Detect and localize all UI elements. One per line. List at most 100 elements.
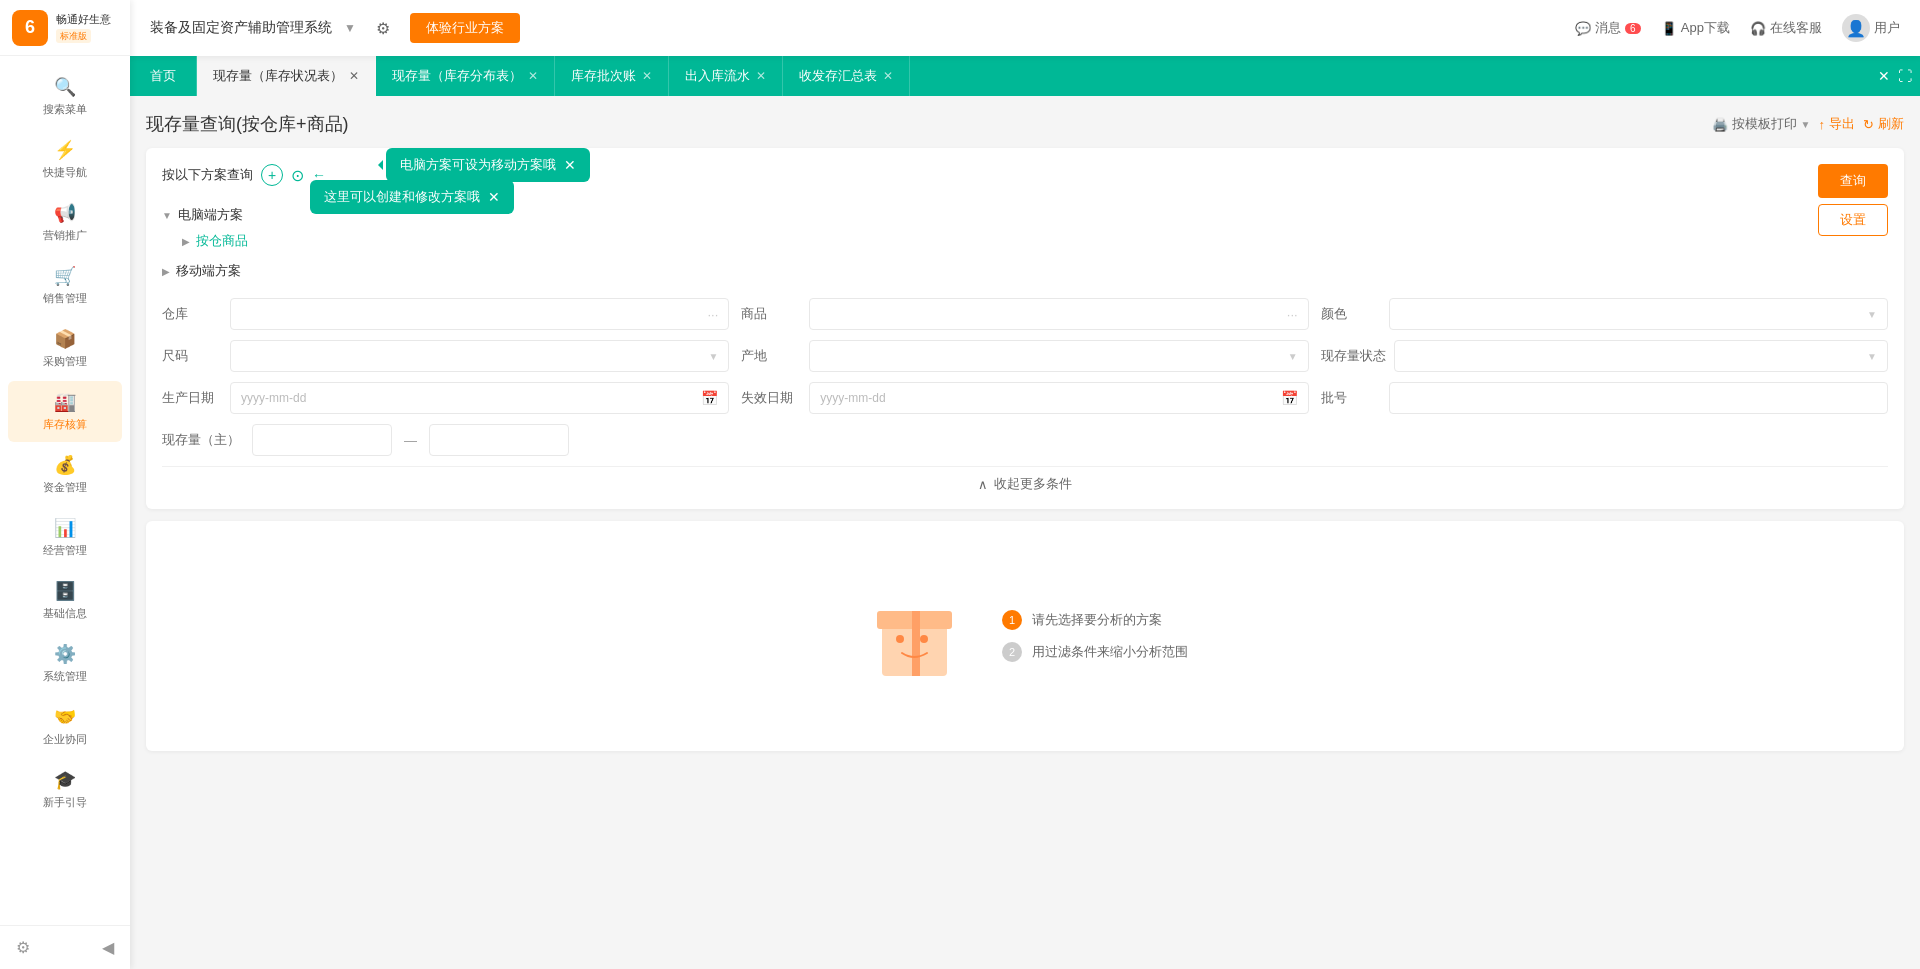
tab-maximize-icon[interactable]: ⛶ (1898, 68, 1912, 84)
product-select[interactable]: ··· (809, 298, 1308, 330)
user-action[interactable]: 👤 用户 (1842, 14, 1900, 42)
collapse-button[interactable]: ∧ 收起更多条件 (162, 466, 1888, 493)
quick-icon: ⚡ (54, 139, 76, 161)
svg-point-4 (920, 635, 928, 643)
tab-inventory-distribution[interactable]: 现存量（库存分布表） ✕ (376, 56, 555, 96)
sidebar-item-enterprise[interactable]: 🤝 企业协同 (8, 696, 122, 757)
inventory-status-label: 现存量状态 (1321, 347, 1386, 365)
desktop-scheme-sub: ▶ 按仓商品 (162, 228, 1888, 254)
qty-max-input[interactable] (429, 424, 569, 456)
tab-close-3[interactable]: ✕ (642, 69, 652, 83)
empty-svg (862, 581, 972, 691)
trial-button[interactable]: 体验行业方案 (410, 13, 520, 43)
color-field: 颜色 ▼ (1321, 298, 1888, 330)
filter-card: 电脑方案可设为移动方案哦 ✕ 按以下方案查询 + ⊙ ← 这里可以创建和修改方案… (146, 148, 1904, 509)
batch-no-input[interactable] (1389, 382, 1888, 414)
color-select[interactable]: ▼ (1389, 298, 1888, 330)
user-name: 用户 (1874, 19, 1900, 37)
main-content: 现存量查询(按仓库+商品) 🖨️ 按模板打印 ▼ ↑ 导出 ↻ 刷新 电脑方案可… (130, 96, 1920, 969)
sidebar-item-inventory[interactable]: 🏭 库存核算 (8, 381, 122, 442)
tab-inout-flow[interactable]: 出入库流水 ✕ (669, 56, 783, 96)
color-caret: ▼ (1867, 309, 1877, 320)
reset-button[interactable]: 设置 (1818, 204, 1888, 236)
edit-tooltip-text: 这里可以创建和修改方案哦 (324, 188, 480, 206)
inventory-status-select[interactable]: ▼ (1394, 340, 1888, 372)
system-dropdown-icon[interactable]: ▼ (344, 21, 356, 35)
tab-close-5[interactable]: ✕ (883, 69, 893, 83)
warehouse-field: 仓库 ··· (162, 298, 729, 330)
tab-inventory-status[interactable]: 现存量（库存状况表） ✕ (197, 56, 376, 96)
filter-row-1: 仓库 ··· 商品 ··· 颜色 ▼ (162, 298, 1888, 330)
tab-home[interactable]: 首页 (130, 56, 197, 96)
scheme-tooltip-close[interactable]: ✕ (564, 157, 576, 173)
tab-close-2[interactable]: ✕ (528, 69, 538, 83)
message-badge: 6 (1625, 23, 1641, 34)
app-download-action[interactable]: 📱 App下载 (1661, 19, 1730, 37)
sidebar-item-finance[interactable]: 💰 资金管理 (8, 444, 122, 505)
expiry-date-input[interactable]: yyyy-mm-dd 📅 (809, 382, 1308, 414)
sidebar-item-sales[interactable]: 🛒 销售管理 (8, 255, 122, 316)
sidebar-item-marketing[interactable]: 📢 营销推广 (8, 192, 122, 253)
message-action[interactable]: 💬 消息 6 (1575, 19, 1641, 37)
logo-icon: 6 (12, 10, 48, 46)
export-icon: ↑ (1819, 117, 1826, 132)
sidebar-item-basic[interactable]: 🗄️ 基础信息 (8, 570, 122, 631)
qty-min-input[interactable] (252, 424, 392, 456)
production-date-input[interactable]: yyyy-mm-dd 📅 (230, 382, 729, 414)
header-left: 装备及固定资产辅助管理系统 ▼ ⚙ 体验行业方案 (150, 13, 520, 43)
collapse-sidebar-icon[interactable]: ◀ (102, 938, 114, 957)
origin-label: 产地 (741, 347, 801, 365)
tab-summary[interactable]: 收发存汇总表 ✕ (783, 56, 910, 96)
tab-close-all-icon[interactable]: ✕ (1878, 68, 1890, 84)
size-select[interactable]: ▼ (230, 340, 729, 372)
tab-close-1[interactable]: ✕ (349, 69, 359, 83)
sidebar-item-purchase[interactable]: 📦 采购管理 (8, 318, 122, 379)
filter-action-buttons: 查询 设置 (1818, 164, 1888, 236)
print-action[interactable]: 🖨️ 按模板打印 ▼ (1712, 115, 1811, 133)
expand-mobile-icon: ▶ (162, 266, 170, 277)
filter-dots-btn[interactable]: ⊙ (291, 166, 304, 185)
tab-batch-account[interactable]: 库存批次账 ✕ (555, 56, 669, 96)
sidebar-logo: 6 畅通好生意 标准版 (0, 0, 130, 56)
sidebar-menu: 🔍 搜索菜单 ⚡ 快捷导航 📢 营销推广 🛒 销售管理 📦 采购管理 🏭 库存核… (0, 56, 130, 925)
tab-close-4[interactable]: ✕ (756, 69, 766, 83)
sidebar-item-label: 采购管理 (43, 354, 87, 369)
sidebar-item-quick[interactable]: ⚡ 快捷导航 (8, 129, 122, 190)
settings-bottom-icon[interactable]: ⚙ (16, 938, 30, 957)
expiry-date-field: 失效日期 yyyy-mm-dd 📅 (741, 382, 1308, 414)
step-1-number: 1 (1002, 610, 1022, 630)
refresh-icon: ↻ (1863, 117, 1874, 132)
filter-add-button[interactable]: + (261, 164, 283, 186)
sidebar: 6 畅通好生意 标准版 🔍 搜索菜单 ⚡ 快捷导航 📢 营销推广 🛒 销售管理 … (0, 0, 130, 969)
step-1-text: 请先选择要分析的方案 (1032, 611, 1162, 629)
avatar: 👤 (1842, 14, 1870, 42)
empty-state-card: 1 请先选择要分析的方案 2 用过滤条件来缩小分析范围 (146, 521, 1904, 751)
product-label: 商品 (741, 305, 801, 323)
refresh-action[interactable]: ↻ 刷新 (1863, 115, 1904, 133)
edit-tooltip-close[interactable]: ✕ (488, 189, 500, 205)
empty-step-2: 2 用过滤条件来缩小分析范围 (1002, 642, 1188, 662)
sidebar-item-system[interactable]: ⚙️ 系统管理 (8, 633, 122, 694)
sidebar-item-search[interactable]: 🔍 搜索菜单 (8, 66, 122, 127)
mobile-scheme-item[interactable]: ▶ 移动端方案 (162, 258, 1888, 284)
origin-caret: ▼ (1288, 351, 1298, 362)
sidebar-item-label: 新手引导 (43, 795, 87, 810)
scheme-tooltip-text: 电脑方案可设为移动方案哦 (400, 156, 556, 174)
sidebar-item-operations[interactable]: 📊 经营管理 (8, 507, 122, 568)
empty-steps: 1 请先选择要分析的方案 2 用过滤条件来缩小分析范围 (1002, 610, 1188, 662)
origin-field: 产地 ▼ (741, 340, 1308, 372)
origin-select[interactable]: ▼ (809, 340, 1308, 372)
desktop-sub-item[interactable]: ▶ 按仓商品 (182, 228, 1888, 254)
online-service-action[interactable]: 🎧 在线客服 (1750, 19, 1822, 37)
sales-icon: 🛒 (54, 265, 76, 287)
batch-no-label: 批号 (1321, 389, 1381, 407)
sidebar-item-label: 快捷导航 (43, 165, 87, 180)
query-button[interactable]: 查询 (1818, 164, 1888, 198)
gear-icon[interactable]: ⚙ (368, 13, 398, 43)
warehouse-select[interactable]: ··· (230, 298, 729, 330)
sidebar-item-label: 营销推广 (43, 228, 87, 243)
sidebar-item-guide[interactable]: 🎓 新手引导 (8, 759, 122, 820)
inventory-status-field: 现存量状态 ▼ (1321, 340, 1888, 372)
export-action[interactable]: ↑ 导出 (1819, 115, 1856, 133)
sidebar-item-label: 经营管理 (43, 543, 87, 558)
